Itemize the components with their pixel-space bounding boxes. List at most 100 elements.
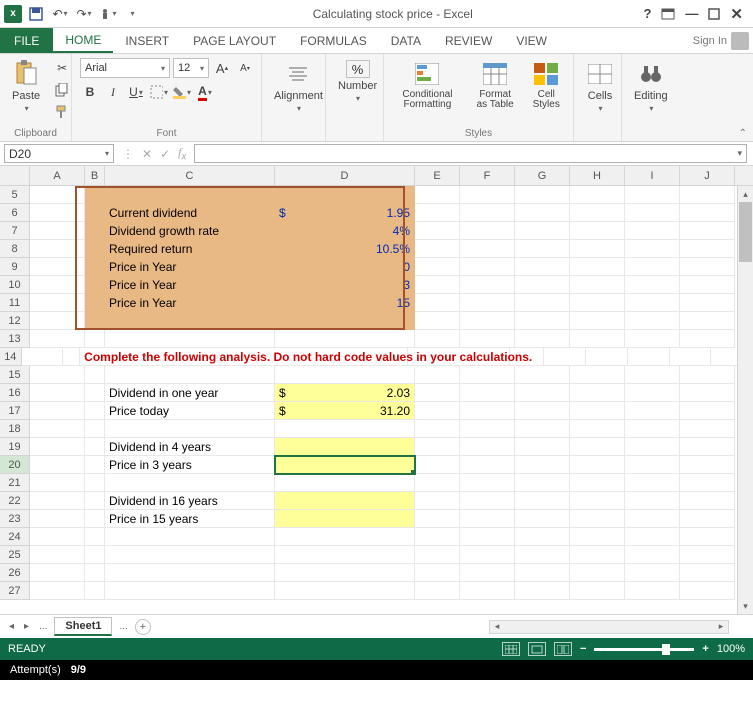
row-head-20[interactable]: 20 <box>0 456 30 474</box>
cell-F15[interactable] <box>460 366 515 384</box>
cells-button[interactable]: Cells▾ <box>582 58 618 115</box>
cancel-formula-icon[interactable]: ✕ <box>142 147 152 161</box>
shrink-font-icon[interactable]: A▾ <box>235 58 255 78</box>
cell-B5[interactable] <box>85 186 105 204</box>
cell-I21[interactable] <box>625 474 680 492</box>
cell-G24[interactable] <box>515 528 570 546</box>
cell-D16[interactable]: $2.03 <box>275 384 415 402</box>
col-head-C[interactable]: C <box>105 166 275 185</box>
cell-I23[interactable] <box>625 510 680 528</box>
cell-E23[interactable] <box>415 510 460 528</box>
collapse-ribbon-icon[interactable]: ⌃ <box>739 128 747 139</box>
fill-handle[interactable] <box>411 470 415 474</box>
col-head-F[interactable]: F <box>460 166 515 185</box>
cell-C20[interactable]: Price in 3 years <box>105 456 275 474</box>
cell-C16[interactable]: Dividend in one year <box>105 384 275 402</box>
cell-G27[interactable] <box>515 582 570 600</box>
cell-E21[interactable] <box>415 474 460 492</box>
cell-H6[interactable] <box>570 204 625 222</box>
cell-B24[interactable] <box>85 528 105 546</box>
cell-B9[interactable] <box>85 258 105 276</box>
tab-home[interactable]: HOME <box>53 28 113 53</box>
zoom-level[interactable]: 100% <box>717 643 745 655</box>
cell-E10[interactable] <box>415 276 460 294</box>
ribbon-display-icon[interactable] <box>661 8 675 20</box>
close-icon[interactable]: ✕ <box>730 5 743 23</box>
row-head-25[interactable]: 25 <box>0 546 30 564</box>
cell-F16[interactable] <box>460 384 515 402</box>
cell-H18[interactable] <box>570 420 625 438</box>
cell-D11[interactable]: 15 <box>275 294 415 312</box>
cell-J26[interactable] <box>680 564 735 582</box>
col-head-B[interactable]: B <box>85 166 105 185</box>
paste-button[interactable]: Paste ▾ <box>8 58 44 115</box>
cell-F21[interactable] <box>460 474 515 492</box>
add-sheet-icon[interactable]: + <box>135 619 151 635</box>
cell-A22[interactable] <box>30 492 85 510</box>
cell-H9[interactable] <box>570 258 625 276</box>
cell-H25[interactable] <box>570 546 625 564</box>
row-head-5[interactable]: 5 <box>0 186 30 204</box>
row-head-8[interactable]: 8 <box>0 240 30 258</box>
cell-J16[interactable] <box>680 384 735 402</box>
cell-B27[interactable] <box>85 582 105 600</box>
cell-B23[interactable] <box>85 510 105 528</box>
cell-H11[interactable] <box>570 294 625 312</box>
col-head-A[interactable]: A <box>30 166 85 185</box>
cell-I12[interactable] <box>625 312 680 330</box>
row-head-26[interactable]: 26 <box>0 564 30 582</box>
cell-J21[interactable] <box>680 474 735 492</box>
cell-H19[interactable] <box>570 438 625 456</box>
cell-F12[interactable] <box>460 312 515 330</box>
cell-G6[interactable] <box>515 204 570 222</box>
row-head-15[interactable]: 15 <box>0 366 30 384</box>
col-head-G[interactable]: G <box>515 166 570 185</box>
tab-view[interactable]: VIEW <box>504 28 559 53</box>
scroll-down-icon[interactable]: ▾ <box>738 598 753 614</box>
cell-A6[interactable] <box>30 204 85 222</box>
undo-icon[interactable]: ↶▾ <box>50 4 70 24</box>
cell-H8[interactable] <box>570 240 625 258</box>
page-break-view-icon[interactable] <box>554 642 572 656</box>
cell-H24[interactable] <box>570 528 625 546</box>
cell-H23[interactable] <box>570 510 625 528</box>
row-head-24[interactable]: 24 <box>0 528 30 546</box>
cell-E13[interactable] <box>415 330 460 348</box>
cell-E5[interactable] <box>415 186 460 204</box>
cell-I9[interactable] <box>625 258 680 276</box>
cell-styles-button[interactable]: Cell Styles <box>527 58 565 112</box>
cell-G22[interactable] <box>515 492 570 510</box>
cell-D10[interactable]: 3 <box>275 276 415 294</box>
cell-A25[interactable] <box>30 546 85 564</box>
cell-C26[interactable] <box>105 564 275 582</box>
cell-G25[interactable] <box>515 546 570 564</box>
cell-A15[interactable] <box>30 366 85 384</box>
row-head-27[interactable]: 27 <box>0 582 30 600</box>
cell-G8[interactable] <box>515 240 570 258</box>
cell-D9[interactable]: 0 <box>275 258 415 276</box>
cell-E11[interactable] <box>415 294 460 312</box>
cell-C25[interactable] <box>105 546 275 564</box>
cell-F26[interactable] <box>460 564 515 582</box>
cell-I7[interactable] <box>625 222 680 240</box>
cell-H26[interactable] <box>570 564 625 582</box>
row-head-21[interactable]: 21 <box>0 474 30 492</box>
cell-F19[interactable] <box>460 438 515 456</box>
cell-I14[interactable] <box>670 348 712 366</box>
cell-F18[interactable] <box>460 420 515 438</box>
tab-insert[interactable]: INSERT <box>113 28 181 53</box>
cell-D25[interactable] <box>275 546 415 564</box>
cell-J5[interactable] <box>680 186 735 204</box>
tab-page-layout[interactable]: PAGE LAYOUT <box>181 28 288 53</box>
cell-F27[interactable] <box>460 582 515 600</box>
cell-F20[interactable] <box>460 456 515 474</box>
cell-D17[interactable]: $31.20 <box>275 402 415 420</box>
cell-I18[interactable] <box>625 420 680 438</box>
cell-C22[interactable]: Dividend in 16 years <box>105 492 275 510</box>
cell-I19[interactable] <box>625 438 680 456</box>
cell-I11[interactable] <box>625 294 680 312</box>
cell-H20[interactable] <box>570 456 625 474</box>
tab-file[interactable]: FILE <box>0 28 53 53</box>
page-layout-view-icon[interactable] <box>528 642 546 656</box>
cell-A8[interactable] <box>30 240 85 258</box>
